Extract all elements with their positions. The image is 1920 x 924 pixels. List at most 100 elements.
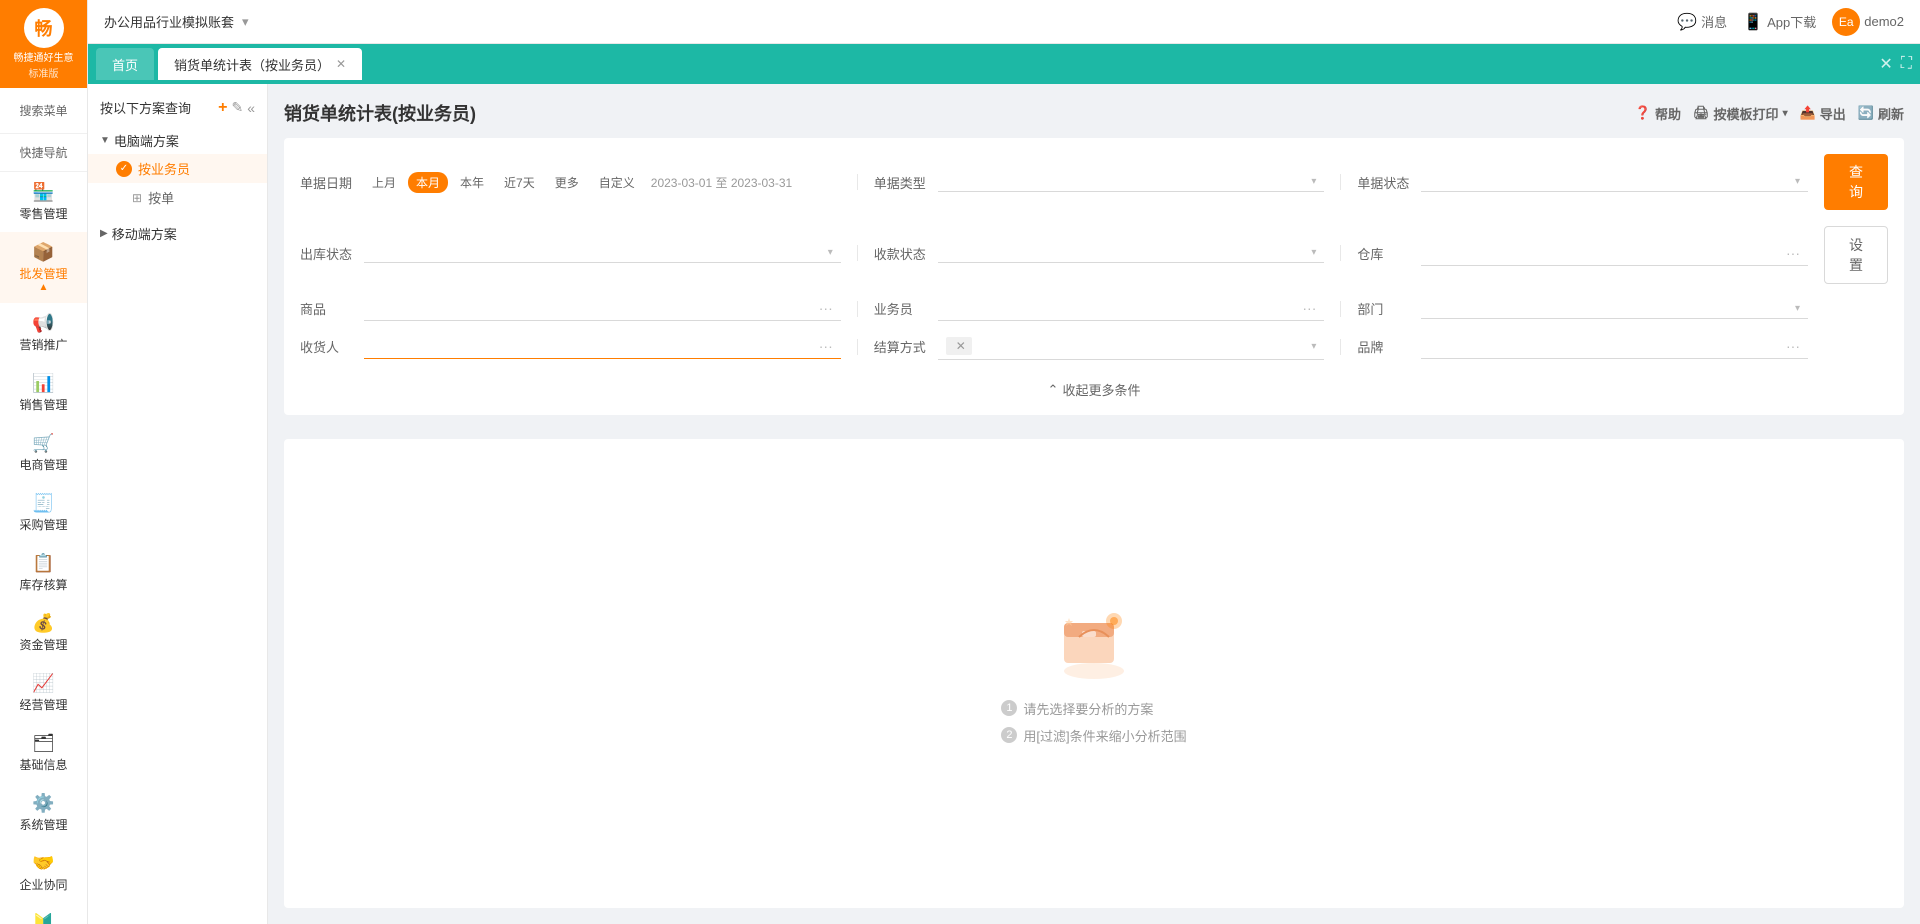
consignee-more-icon[interactable]: ···	[819, 338, 833, 354]
goods-control[interactable]: ···	[364, 296, 841, 321]
goods-label: 商品	[300, 299, 356, 318]
sidebar-item-ecommerce[interactable]: 🛒 电商管理	[0, 423, 87, 483]
sidebar: 畅 畅捷通好生意 标准版 搜索菜单 快捷导航 🏪 零售管理 📦 批发管理 ▲ 📢…	[0, 0, 88, 924]
topbar: 办公用品行业模拟账套 ▾ 💬 消息 📱 App下载 Ea demo2	[88, 0, 1920, 44]
doc-status-control[interactable]: ▾	[1421, 172, 1808, 192]
filter-goods: 商品 ···	[300, 296, 841, 321]
sidebar-item-newbie[interactable]: 🔰 新手引导	[0, 903, 87, 924]
settle-control[interactable]: ✕ ▾	[938, 333, 1325, 360]
retail-icon: 🏪	[32, 182, 54, 203]
scheme-edit-btn[interactable]: ✎	[231, 99, 243, 116]
logo-version: 标准版	[29, 65, 59, 80]
filter-staff: 业务员 ···	[874, 296, 1325, 321]
filter-row-2: 出库状态 ▾ 收款状态 ▾	[300, 222, 1888, 284]
scheme-mobile-group-header[interactable]: ▶ 移动端方案	[88, 220, 267, 247]
finance-label: 资金管理	[19, 636, 67, 653]
help-btn[interactable]: ❓ 帮助	[1635, 104, 1681, 123]
brand-more-icon[interactable]: ···	[1786, 338, 1800, 354]
topbar-user[interactable]: Ea demo2	[1832, 8, 1904, 36]
brand-control[interactable]: ···	[1421, 334, 1808, 359]
date-btn-custom[interactable]: 自定义	[591, 172, 643, 193]
help-label: 帮助	[1655, 104, 1681, 123]
warehouse-control[interactable]: ···	[1421, 241, 1808, 266]
scheme-panel: 按以下方案查询 + ✎ « ▼ 电脑端方案 ✓ 按业务员 ⊞ 按单	[88, 84, 268, 924]
staff-control[interactable]: ···	[938, 296, 1325, 321]
sidebar-item-marketing[interactable]: 📢 营销推广	[0, 303, 87, 363]
template-print-btn[interactable]: 🖨 按模板打印 ▾	[1693, 104, 1788, 123]
date-btn-more[interactable]: 更多	[547, 172, 587, 193]
wholesale-arrow: ▲	[39, 282, 49, 293]
doc-type-control[interactable]: ▾	[938, 172, 1325, 192]
collab-icon: 🤝	[32, 853, 54, 874]
topbar-app-download[interactable]: 📱 App下载	[1743, 12, 1816, 32]
settle-tag-close[interactable]: ✕	[956, 339, 966, 353]
sidebar-item-purchase[interactable]: 🧾 采购管理	[0, 483, 87, 543]
filter-row-3: 商品 ··· 业务员 ···	[300, 296, 1888, 321]
quick-nav-label[interactable]: 快捷导航	[19, 138, 67, 167]
topbar-message[interactable]: 💬 消息	[1677, 12, 1727, 32]
sidebar-item-basic[interactable]: 🗂 基础信息	[0, 723, 87, 783]
search-menu-label[interactable]: 搜索菜单	[19, 96, 67, 125]
doc-status-arrow: ▾	[1795, 176, 1800, 187]
sidebar-item-inventory[interactable]: 📋 库存核算	[0, 543, 87, 603]
export-btn[interactable]: 📤 导出	[1800, 104, 1846, 123]
dept-control[interactable]: ▾	[1421, 299, 1808, 319]
sidebar-item-retail[interactable]: 🏪 零售管理	[0, 172, 87, 232]
scheme-panel-title: 按以下方案查询	[100, 98, 191, 117]
scheme-panel-header: 按以下方案查询 + ✎ «	[88, 92, 267, 123]
tab-close-icon[interactable]: ✕	[336, 57, 346, 71]
sidebar-item-system[interactable]: ⚙️ 系统管理	[0, 783, 87, 843]
sidebar-item-sales[interactable]: 📊 销售管理	[0, 363, 87, 423]
content: 按以下方案查询 + ✎ « ▼ 电脑端方案 ✓ 按业务员 ⊞ 按单	[88, 84, 1920, 924]
sidebar-item-collab[interactable]: 🤝 企业协同	[0, 843, 87, 903]
topbar-dropdown-arrow[interactable]: ▾	[242, 14, 249, 30]
sidebar-item-operation[interactable]: 📈 经营管理	[0, 663, 87, 723]
out-status-control[interactable]: ▾	[364, 243, 841, 263]
warehouse-more-icon[interactable]: ···	[1786, 245, 1800, 261]
query-button[interactable]: 查询	[1824, 154, 1888, 210]
tab-home[interactable]: 首页	[96, 48, 154, 80]
sidebar-logo[interactable]: 畅 畅捷通好生意 标准版	[0, 0, 87, 88]
staff-more-icon[interactable]: ···	[1302, 300, 1316, 316]
scheme-by-order-label: 按单	[148, 188, 174, 207]
filter-sep-3	[857, 245, 858, 261]
topbar-title: 办公用品行业模拟账套	[104, 12, 234, 31]
filter-settle: 结算方式 ✕ ▾	[874, 333, 1325, 360]
filter-consignee: 收货人 ···	[300, 334, 841, 359]
hint-num-2: 2	[1001, 727, 1017, 743]
inventory-icon: 📋	[32, 553, 54, 574]
tab-expand-btn[interactable]: ⛶	[1901, 55, 1912, 73]
hint-text-2: 用[过滤]条件来缩小分析范围	[1023, 726, 1186, 745]
goods-more-icon[interactable]: ···	[819, 300, 833, 316]
tab-sales-stat-label: 销货单统计表（按业务员）	[174, 55, 330, 74]
sidebar-item-wholesale[interactable]: 📦 批发管理 ▲	[0, 232, 87, 303]
consignee-control[interactable]: ···	[364, 334, 841, 359]
settings-button[interactable]: 设置	[1824, 226, 1888, 284]
scheme-sub-by-order[interactable]: ⊞ 按单	[88, 183, 267, 212]
finance-icon: 💰	[32, 613, 54, 634]
filter-sep-4	[1340, 245, 1341, 261]
scheme-collapse-btn[interactable]: «	[247, 100, 255, 116]
date-btn-7days[interactable]: 近7天	[496, 172, 543, 193]
basic-icon: 🗂	[32, 733, 55, 754]
date-btn-last-month[interactable]: 上月	[364, 172, 404, 193]
filter-sep-8	[1340, 339, 1341, 355]
scheme-add-btn[interactable]: +	[218, 99, 227, 117]
filter-sep-6	[1340, 301, 1341, 317]
collapse-btn[interactable]: ⌃ 收起更多条件	[300, 372, 1888, 399]
tab-close-all-btn[interactable]: ✕	[1879, 54, 1892, 74]
receive-status-control[interactable]: ▾	[938, 243, 1325, 263]
date-btn-this-year[interactable]: 本年	[452, 172, 492, 193]
btn-group: 查询	[1808, 154, 1888, 210]
purchase-icon: 🧾	[32, 493, 54, 514]
scheme-item-by-staff[interactable]: ✓ 按业务员	[88, 154, 267, 183]
scheme-active-dot: ✓	[116, 161, 132, 177]
warehouse-label: 仓库	[1357, 244, 1413, 263]
refresh-btn[interactable]: 🔄 刷新	[1858, 104, 1904, 123]
sidebar-item-finance[interactable]: 💰 资金管理	[0, 603, 87, 663]
scheme-pc-group-header[interactable]: ▼ 电脑端方案	[88, 127, 267, 154]
tab-sales-stat[interactable]: 销货单统计表（按业务员） ✕	[158, 48, 362, 80]
date-btn-this-month[interactable]: 本月	[408, 172, 448, 193]
empty-hint-1: 1 请先选择要分析的方案	[1001, 699, 1186, 718]
dept-arrow: ▾	[1795, 303, 1800, 314]
